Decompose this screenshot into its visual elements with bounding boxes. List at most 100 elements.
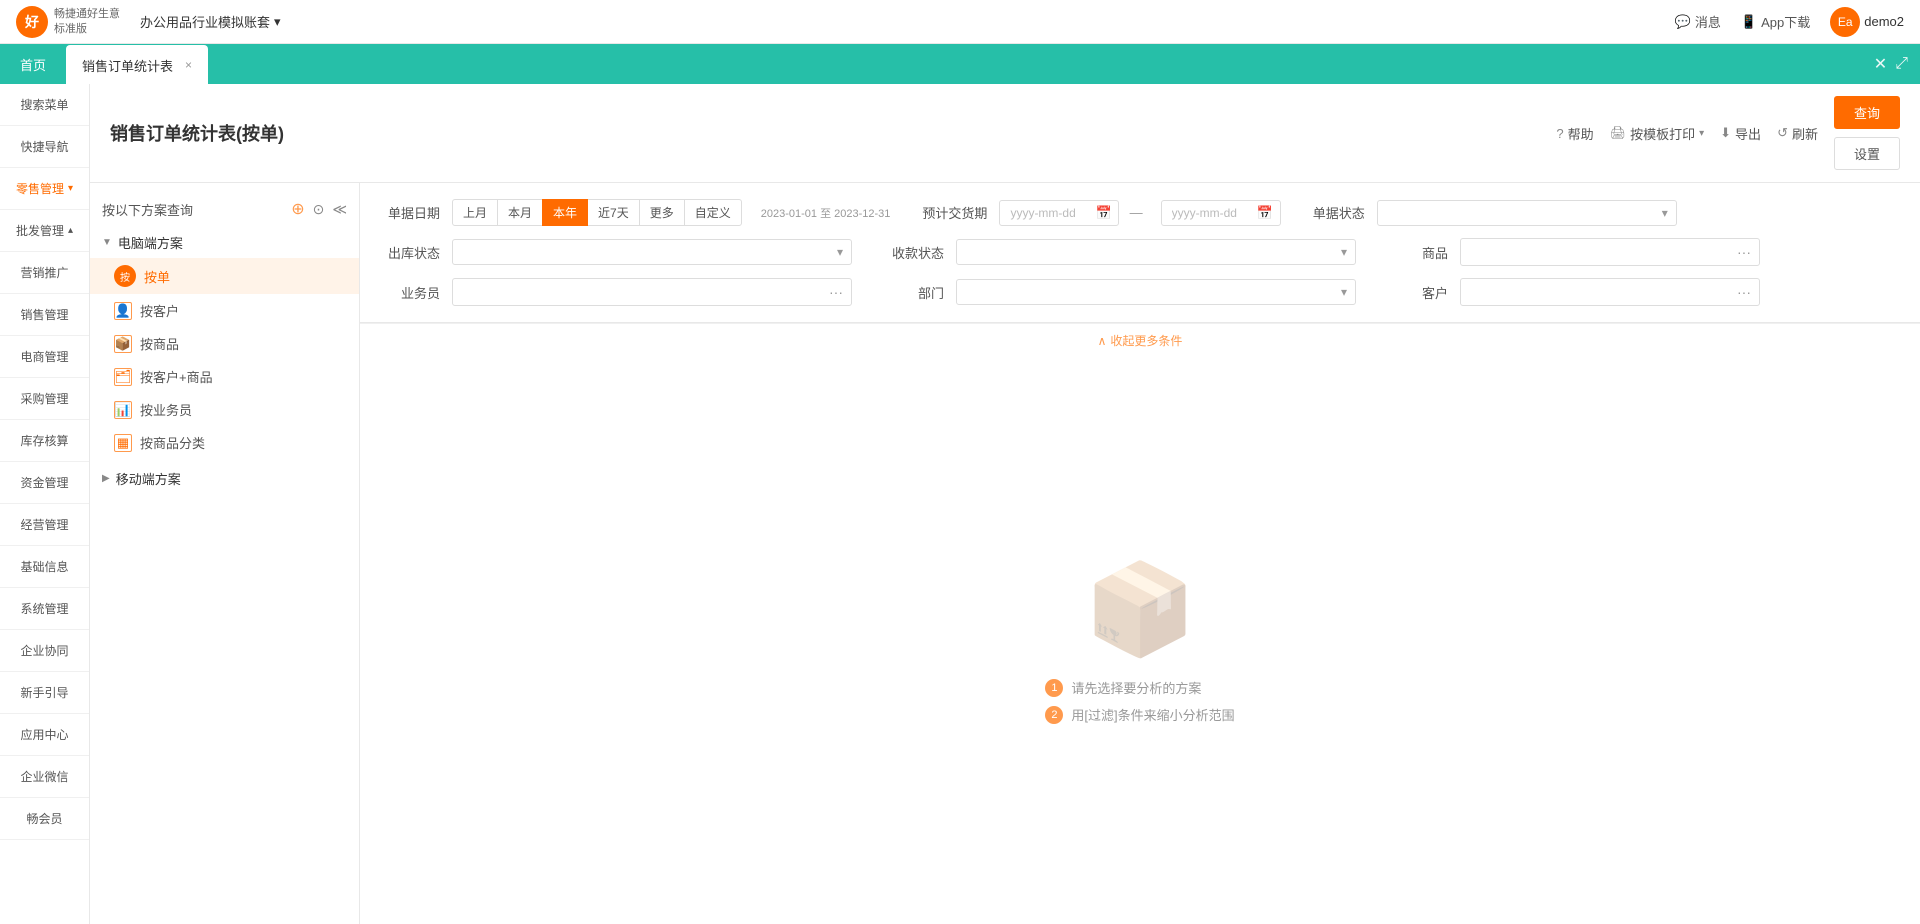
tabbar-right: ✕ ⤢ — [1874, 54, 1920, 74]
sidebar-item-basics[interactable]: 基础信息 — [0, 546, 89, 588]
empty-tip-1: 1 请先选择要分析的方案 — [1045, 678, 1234, 697]
arrow-down-icon: ▼ — [102, 237, 112, 248]
sidebar-item-enterprise-collab[interactable]: 企业协同 — [0, 630, 89, 672]
tab-home[interactable]: 首页 — [0, 44, 66, 84]
sidebar-item-system[interactable]: 系统管理 — [0, 588, 89, 630]
salesperson-more-icon[interactable]: ··· — [829, 284, 843, 300]
date-btn-custom[interactable]: 自定义 — [684, 199, 742, 226]
chevron-down-icon: ▾ — [1341, 285, 1347, 299]
sidebar-item-finance[interactable]: 资金管理 — [0, 462, 89, 504]
logo-text: 畅捷通好生意 标准版 — [54, 7, 120, 36]
refresh-icon: ↺ — [1777, 125, 1788, 141]
setting-button[interactable]: 设置 — [1834, 137, 1900, 170]
help-button[interactable]: ? 帮助 — [1556, 124, 1593, 143]
desktop-scheme-section: ▼ 电脑端方案 按 按单 👤 按客户 📦 按商品 — [90, 227, 359, 459]
tab-maximize-icon[interactable]: ⤢ — [1895, 55, 1908, 73]
date-btn-last-7days[interactable]: 近7天 — [587, 199, 640, 226]
empty-image: 📦 — [1084, 557, 1196, 662]
salesperson-label: 业务员 — [380, 283, 440, 302]
sidebar-item-quick-nav[interactable]: 快捷导航 — [0, 126, 89, 168]
empty-state: 📦 1 请先选择要分析的方案 2 用[过滤]条件来缩小分析范围 — [360, 357, 1920, 924]
chevron-down-icon: ▾ — [274, 14, 281, 30]
chevron-down-icon: ▾ — [1341, 245, 1347, 259]
ship-status-select[interactable]: ▾ — [452, 239, 852, 265]
user-avatar[interactable]: Ea demo2 — [1830, 7, 1904, 37]
sidebar-item-enterprise-wechat[interactable]: 企业微信 — [0, 756, 89, 798]
chevron-down-icon: ▾ — [68, 183, 73, 194]
scheme-item-by-goods-category[interactable]: ▦ 按商品分类 — [90, 426, 359, 459]
sidebar-item-sales[interactable]: 销售管理 — [0, 294, 89, 336]
right-panel: 单据日期 上月 本月 本年 近7天 更多 自定义 2023-01-01 至 20… — [360, 183, 1920, 924]
person-icon: 👤 — [114, 302, 132, 320]
sidebar-item-search[interactable]: 搜索菜单 — [0, 84, 89, 126]
message-button[interactable]: 💬 消息 — [1675, 12, 1721, 31]
message-icon: 💬 — [1675, 14, 1691, 30]
mobile-scheme-header[interactable]: ▶ 移动端方案 — [90, 463, 359, 494]
topbar-left: 好 畅捷通好生意 标准版 办公用品行业模拟账套 ▾ — [16, 6, 281, 38]
sidebar-item-inventory[interactable]: 库存核算 — [0, 420, 89, 462]
customer-more-icon[interactable]: ··· — [1737, 284, 1751, 300]
topbar: 好 畅捷通好生意 标准版 办公用品行业模拟账套 ▾ 💬 消息 📱 App下载 E… — [0, 0, 1920, 44]
collapse-icon: ∧ — [1098, 334, 1107, 348]
sidebar-item-operations[interactable]: 经营管理 — [0, 504, 89, 546]
template-print-button[interactable]: 🖨 按模板打印 ▾ — [1610, 124, 1705, 143]
mobile-scheme-section: ▶ 移动端方案 — [90, 463, 359, 494]
dept-label: 部门 — [884, 283, 944, 302]
single-status-select[interactable]: ▾ — [1377, 200, 1677, 226]
app-download-button[interactable]: 📱 App下载 — [1741, 12, 1810, 31]
goods-more-icon[interactable]: ··· — [1737, 244, 1751, 260]
date-separator: — — [1124, 205, 1149, 220]
sidebar-item-new-user[interactable]: 新手引导 — [0, 672, 89, 714]
search-button[interactable]: 查询 — [1834, 96, 1900, 129]
scheme-item-by-order[interactable]: 按 按单 — [90, 258, 359, 294]
sidebar: 搜索菜单 快捷导航 零售管理 ▾ 批发管理 ▴ 营销推广 销售管理 电商管理 采… — [0, 84, 90, 924]
person-box-icon: 🗂 — [114, 368, 132, 386]
settings-scheme-icon[interactable]: ⊙ — [313, 201, 325, 218]
sidebar-item-member[interactable]: 畅会员 — [0, 798, 89, 840]
date-btn-more[interactable]: 更多 — [639, 199, 685, 226]
sidebar-item-ecommerce[interactable]: 电商管理 — [0, 336, 89, 378]
date-range-display: 2023-01-01 至 2023-12-31 — [761, 205, 891, 221]
main-content: 按以下方案查询 ⊕ ⊙ ≪ ▼ 电脑端方案 按 按单 — [90, 183, 1920, 924]
workspace-selector[interactable]: 办公用品行业模拟账套 ▾ — [140, 12, 281, 31]
filter-section: 单据日期 上月 本月 本年 近7天 更多 自定义 2023-01-01 至 20… — [360, 183, 1920, 924]
collapse-bar[interactable]: ∧ 收起更多条件 — [360, 323, 1920, 357]
date-btn-this-month[interactable]: 本月 — [497, 199, 543, 226]
refresh-button[interactable]: ↺ 刷新 — [1777, 124, 1818, 143]
customer-label: 客户 — [1388, 283, 1448, 302]
scheme-item-by-customer[interactable]: 👤 按客户 — [90, 294, 359, 327]
receipt-status-label: 收款状态 — [884, 243, 944, 262]
add-scheme-icon[interactable]: ⊕ — [291, 199, 304, 219]
receipt-status-select[interactable]: ▾ — [956, 239, 1356, 265]
filter-row-status: 出库状态 ▾ 收款状态 ▾ 商品 — [380, 238, 1900, 266]
export-button[interactable]: ⬇ 导出 — [1720, 124, 1761, 143]
dept-select[interactable]: ▾ — [956, 279, 1356, 305]
logo-area: 好 畅捷通好生意 标准版 — [16, 6, 120, 38]
sidebar-item-purchase[interactable]: 采购管理 — [0, 378, 89, 420]
tab-close-button[interactable]: × — [185, 58, 192, 72]
grid-icon: ▦ — [114, 434, 132, 452]
tabbar: 首页 销售订单统计表 × ✕ ⤢ — [0, 44, 1920, 84]
date-btn-last-month[interactable]: 上月 — [452, 199, 498, 226]
sidebar-item-wholesale[interactable]: 批发管理 ▴ — [0, 210, 89, 252]
sidebar-item-marketing[interactable]: 营销推广 — [0, 252, 89, 294]
scheme-item-by-goods[interactable]: 📦 按商品 — [90, 327, 359, 360]
page-title: 销售订单统计表(按单) — [110, 120, 284, 146]
content-area: 销售订单统计表(按单) ? 帮助 🖨 按模板打印 ▾ ⬇ 导出 ↺ 刷新 — [90, 84, 1920, 924]
scheme-panel-icons: ⊕ ⊙ ≪ — [291, 199, 347, 219]
sidebar-item-app-center[interactable]: 应用中心 — [0, 714, 89, 756]
date-btn-this-year[interactable]: 本年 — [542, 199, 588, 226]
collapse-panel-icon[interactable]: ≪ — [332, 201, 347, 218]
tab-close-window-icon[interactable]: ✕ — [1874, 54, 1887, 74]
tip-num-2: 2 — [1045, 706, 1063, 724]
avatar-image: Ea — [1830, 7, 1860, 37]
print-icon: 🖨 — [1610, 125, 1627, 141]
sidebar-item-retail[interactable]: 零售管理 ▾ — [0, 168, 89, 210]
ship-status-label: 出库状态 — [380, 243, 440, 262]
chevron-down-icon: ▾ — [1699, 128, 1704, 139]
scheme-item-by-salesperson[interactable]: 📊 按业务员 — [90, 393, 359, 426]
scheme-item-by-customer-goods[interactable]: 🗂 按客户+商品 — [90, 360, 359, 393]
tab-sales-order-stats[interactable]: 销售订单统计表 × — [66, 45, 208, 85]
desktop-scheme-header[interactable]: ▼ 电脑端方案 — [90, 227, 359, 258]
tip-num-1: 1 — [1045, 679, 1063, 697]
